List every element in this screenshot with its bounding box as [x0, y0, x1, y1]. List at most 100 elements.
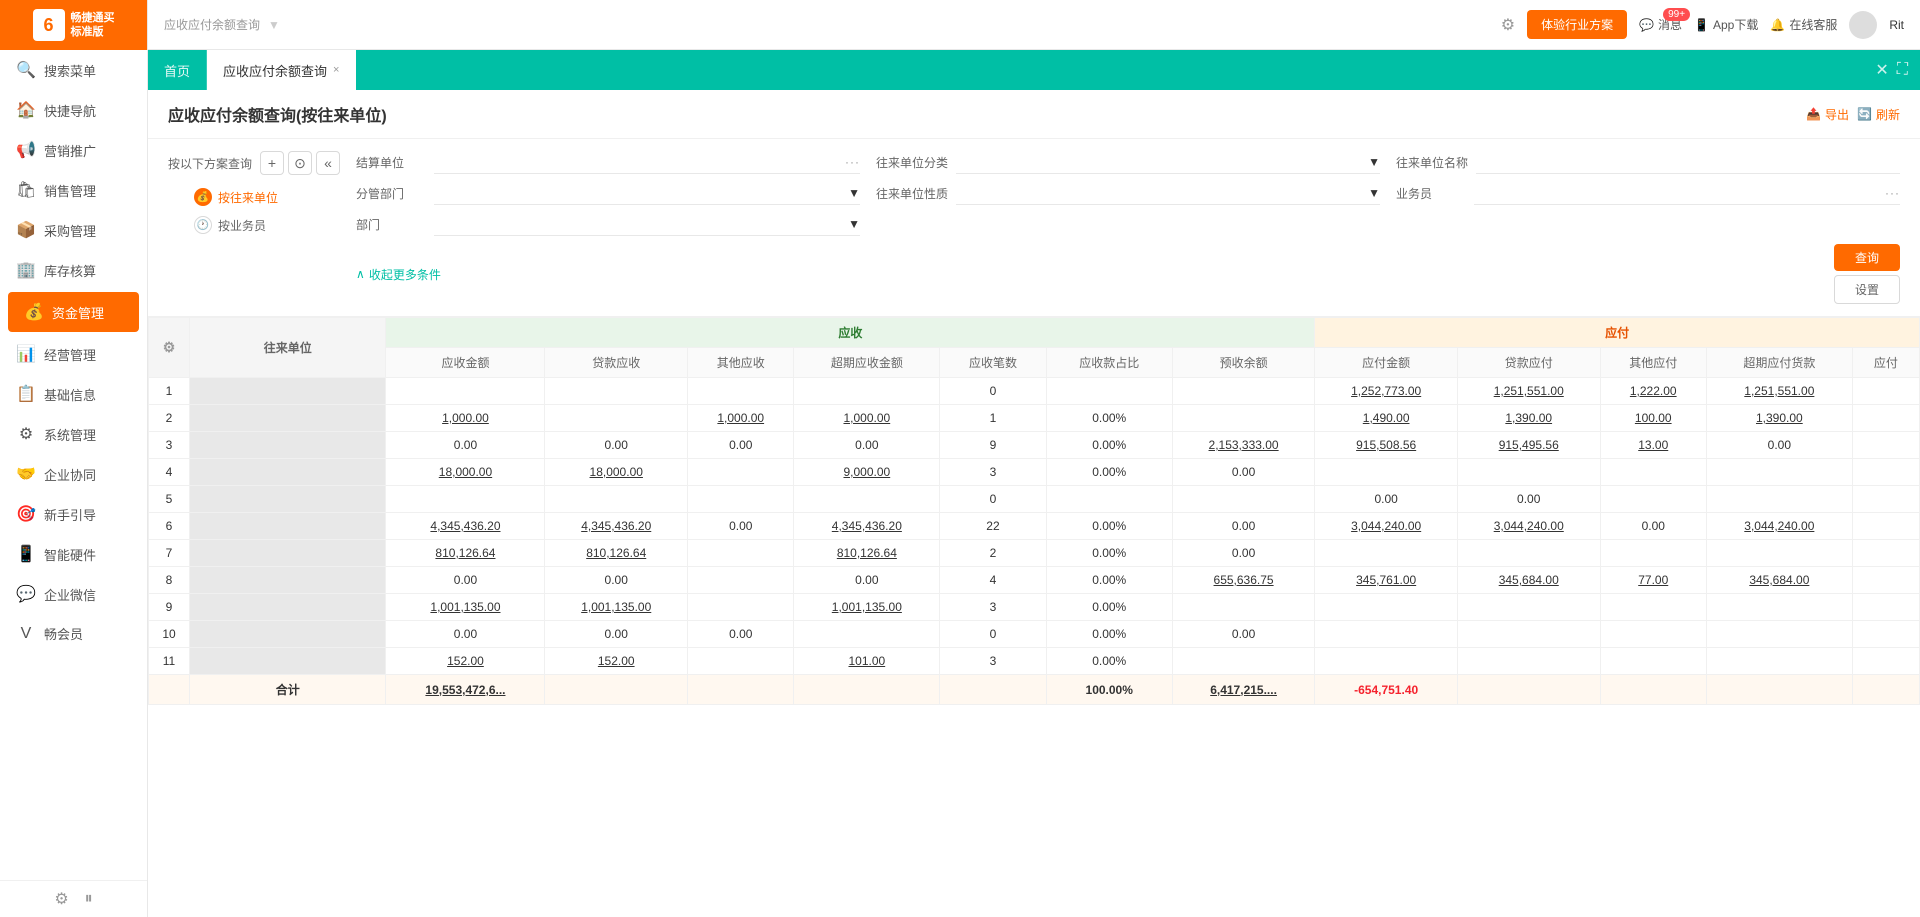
cell-ar_other — [688, 648, 794, 675]
sidebar-item-label: 采购管理 — [44, 221, 96, 240]
unit-name-input[interactable] — [1476, 151, 1900, 174]
sidebar-item-guide[interactable]: 🎯 新手引导 — [0, 494, 147, 534]
cell-ap_other[interactable]: 1,222.00 — [1600, 378, 1706, 405]
cell-ar_pre[interactable]: 2,153,333.00 — [1172, 432, 1315, 459]
cell-ar_amount[interactable]: 18,000.00 — [386, 459, 545, 486]
cell-ap_overdue[interactable]: 345,684.00 — [1706, 567, 1852, 594]
cell-ar_other[interactable]: 1,000.00 — [688, 405, 794, 432]
sidebar-item-sales[interactable]: 🛍 销售管理 — [0, 170, 147, 210]
settings-gear-icon[interactable]: ⚙ — [1501, 15, 1515, 35]
sidebar-item-purchase[interactable]: 📦 采购管理 — [0, 210, 147, 250]
unit-category-select[interactable]: ▼ — [956, 151, 1380, 174]
export-button[interactable]: 📤 导出 — [1806, 106, 1849, 123]
cell-ap_loan[interactable]: 1,251,551.00 — [1457, 378, 1600, 405]
cell-ap_amount[interactable]: 915,508.56 — [1315, 432, 1458, 459]
operations-icon: 📊 — [16, 344, 36, 364]
sidebar-settings-icon[interactable]: ⚙ — [54, 889, 68, 909]
department-select[interactable]: ▼ — [434, 213, 860, 236]
cell-ar_overdue[interactable]: 810,126.64 — [794, 540, 940, 567]
cell-ap_other[interactable]: 13.00 — [1600, 432, 1706, 459]
cell-ar_amount[interactable]: 4,345,436.20 — [386, 513, 545, 540]
cell-ar_loan[interactable]: 810,126.64 — [545, 540, 688, 567]
sidebar-item-quick[interactable]: 🏠 快捷导航 — [0, 90, 147, 130]
refresh-button[interactable]: 🔄 刷新 — [1857, 106, 1900, 123]
table-settings-gear[interactable]: ⚙ — [157, 336, 181, 360]
filter-option-by-staff[interactable]: 🕐 按业务员 — [188, 213, 340, 237]
cell-ap_loan[interactable]: 345,684.00 — [1457, 567, 1600, 594]
cell-ap_amount[interactable]: 1,490.00 — [1315, 405, 1458, 432]
cell-ap_amount[interactable]: 3,044,240.00 — [1315, 513, 1458, 540]
sidebar-item-label: 智能硬件 — [44, 545, 96, 564]
sidebar-item-base[interactable]: 📋 基础信息 — [0, 374, 147, 414]
cell-ap_other[interactable]: 77.00 — [1600, 567, 1706, 594]
cell-ap_loan[interactable]: 915,495.56 — [1457, 432, 1600, 459]
message-button[interactable]: 💬 消息 99+ — [1639, 16, 1682, 33]
collapse-conditions-btn[interactable]: ∧ 收起更多条件 — [356, 262, 441, 287]
cell-ar_amount[interactable]: 152.00 — [386, 648, 545, 675]
sidebar-item-operations[interactable]: 📊 经营管理 — [0, 334, 147, 374]
settings-button[interactable]: 设置 — [1834, 275, 1900, 304]
query-button[interactable]: 查询 — [1834, 244, 1900, 271]
tab-active[interactable]: 应收应付余额查询 × — [207, 50, 356, 90]
cell-ar_amount[interactable]: 1,000.00 — [386, 405, 545, 432]
table-body: 1████████01,252,773.001,251,551.001,222.… — [149, 378, 1920, 675]
sidebar-item-search[interactable]: 🔍 搜索菜单 — [0, 50, 147, 90]
cell-ar_amount[interactable]: 810,126.64 — [386, 540, 545, 567]
cell-ar_overdue: 0.00 — [794, 432, 940, 459]
filter-settings-btn[interactable]: ⊙ — [288, 151, 312, 175]
cell-ap_overdue[interactable]: 3,044,240.00 — [1706, 513, 1852, 540]
tab-close-icon[interactable]: × — [333, 64, 339, 76]
tab-maximize-icon[interactable]: ⛶ — [1897, 61, 1908, 79]
sidebar-item-finance[interactable]: 💰 资金管理 — [8, 292, 139, 332]
tab-home[interactable]: 首页 — [148, 50, 207, 90]
cell-ap_other[interactable]: 100.00 — [1600, 405, 1706, 432]
sidebar-item-wechat[interactable]: 💬 企业微信 — [0, 574, 147, 614]
cell-ar_loan — [545, 378, 688, 405]
dept-select[interactable]: ▼ — [434, 182, 860, 205]
solution-button[interactable]: 体验行业方案 — [1527, 10, 1627, 39]
cell-ar_loan[interactable]: 1,001,135.00 — [545, 594, 688, 621]
sidebar-item-corp[interactable]: 🤝 企业协同 — [0, 454, 147, 494]
sidebar-item-inventory[interactable]: 🏢 库存核算 — [0, 250, 147, 290]
cell-ap_loan[interactable]: 1,390.00 — [1457, 405, 1600, 432]
cell-ap_overdue[interactable]: 1,390.00 — [1706, 405, 1852, 432]
app-download-link[interactable]: 📱 App下载 — [1694, 16, 1758, 33]
cell-ar_overdue[interactable]: 4,345,436.20 — [794, 513, 940, 540]
footer-ar-pre[interactable]: 6,417,215.... — [1172, 675, 1315, 705]
cell-ap_amount[interactable]: 1,252,773.00 — [1315, 378, 1458, 405]
filter-option-by-unit[interactable]: 💰 按往来单位 — [188, 185, 340, 209]
cell-ap_other — [1600, 459, 1706, 486]
cell-ar_overdue[interactable]: 1,000.00 — [794, 405, 940, 432]
add-filter-btn[interactable]: + — [260, 151, 284, 175]
cell-ap_extra — [1852, 594, 1919, 621]
settlement-unit-dots[interactable]: ··· — [845, 155, 860, 169]
cell-ar_overdue[interactable]: 9,000.00 — [794, 459, 940, 486]
unit-nature-select[interactable]: ▼ — [956, 182, 1380, 205]
salesman-dots[interactable]: ··· — [1885, 186, 1900, 200]
tab-close-window-icon[interactable]: ✕ — [1875, 60, 1888, 80]
user-avatar[interactable] — [1849, 11, 1877, 39]
cell-ar_overdue[interactable]: 1,001,135.00 — [794, 594, 940, 621]
cell-unit: ████████ — [190, 378, 386, 405]
footer-ar-amount[interactable]: 19,553,472,6... — [386, 675, 545, 705]
cell-ar_loan[interactable]: 152.00 — [545, 648, 688, 675]
cell-ar_overdue[interactable]: 101.00 — [794, 648, 940, 675]
sidebar-item-member[interactable]: V 畅会员 — [0, 614, 147, 653]
cell-ar_loan[interactable]: 4,345,436.20 — [545, 513, 688, 540]
cell-ar_loan[interactable]: 18,000.00 — [545, 459, 688, 486]
online-service-link[interactable]: 🔔 在线客服 — [1770, 16, 1837, 33]
cell-ap_overdue[interactable]: 1,251,551.00 — [1706, 378, 1852, 405]
cell-ap_loan[interactable]: 3,044,240.00 — [1457, 513, 1600, 540]
sidebar-collapse-icon[interactable]: ⏸ — [85, 890, 93, 908]
cell-ap_amount[interactable]: 345,761.00 — [1315, 567, 1458, 594]
sidebar-item-marketing[interactable]: 📢 营销推广 — [0, 130, 147, 170]
sidebar-item-system[interactable]: ⚙ 系统管理 — [0, 414, 147, 454]
cell-ar_count: 4 — [940, 567, 1046, 594]
filter-field-label: 往来单位名称 — [1396, 154, 1468, 171]
cell-ar_pre[interactable]: 655,636.75 — [1172, 567, 1315, 594]
cell-ar_amount[interactable]: 1,001,135.00 — [386, 594, 545, 621]
ar-pre-header: 预收余额 — [1172, 348, 1315, 378]
filter-collapse-btn[interactable]: « — [316, 151, 340, 175]
sidebar-item-hardware[interactable]: 📱 智能硬件 — [0, 534, 147, 574]
cell-ap_overdue — [1706, 648, 1852, 675]
